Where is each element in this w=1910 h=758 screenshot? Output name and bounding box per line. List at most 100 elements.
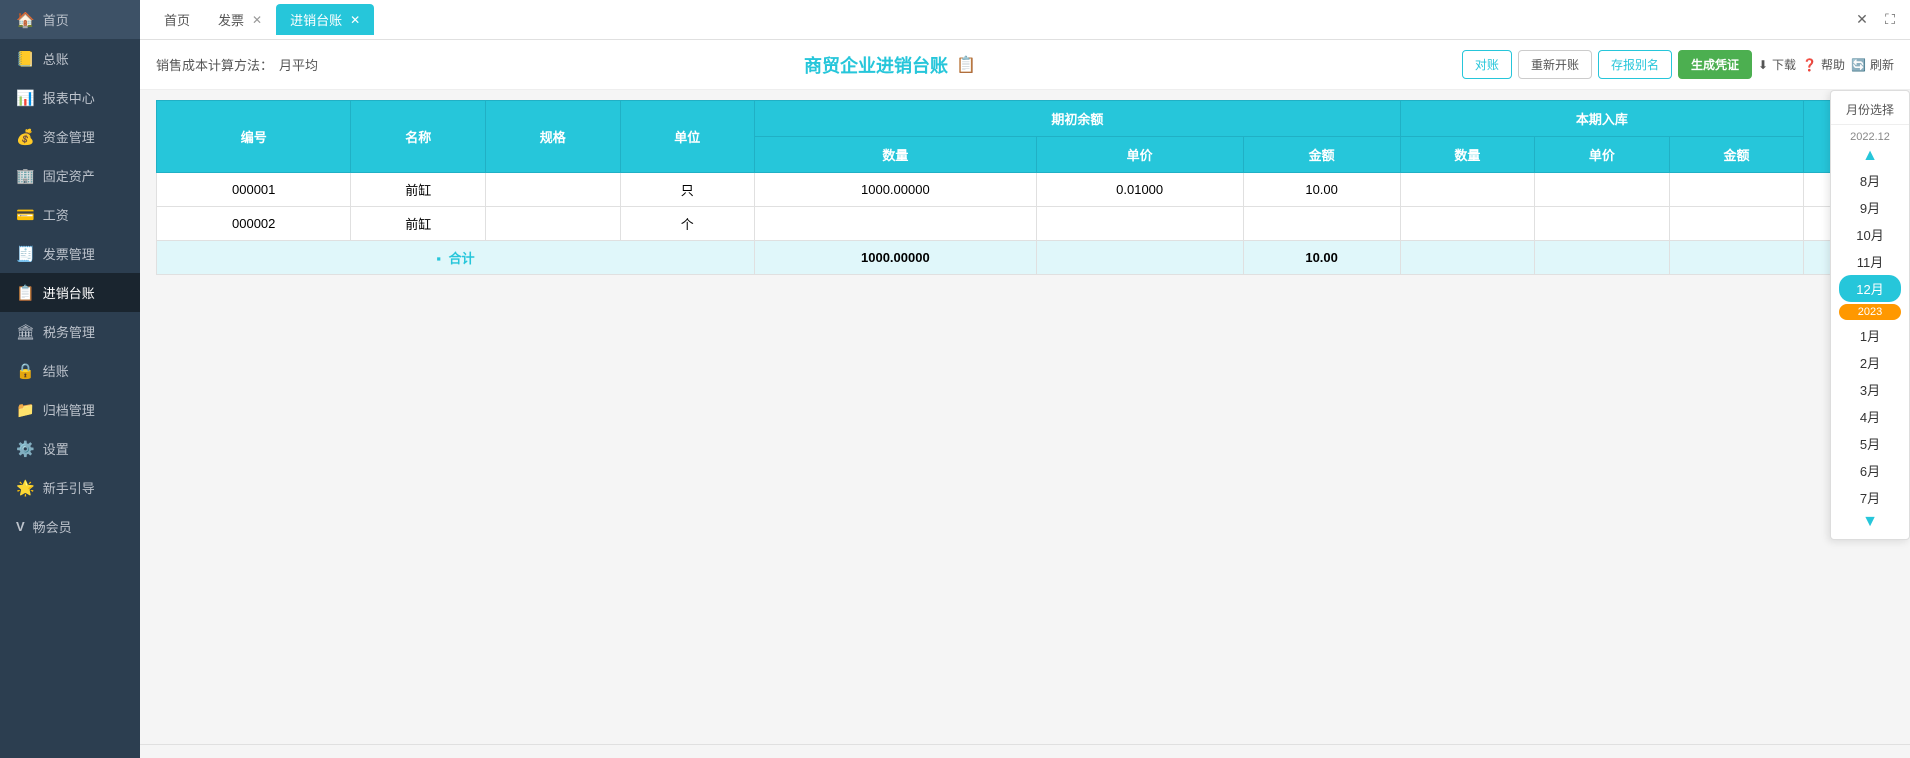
cell-inbound-amount bbox=[1669, 207, 1804, 241]
month-item-4[interactable]: 4月 bbox=[1831, 403, 1909, 430]
toolbar-right: 对账 重新开账 存报别名 生成凭证 ⬇ 下载 ❓ 帮助 🔄 刷新 bbox=[1462, 50, 1894, 79]
sidebar-item-settings[interactable]: ⚙️ 设置 bbox=[0, 429, 140, 468]
month-item-7[interactable]: 7月 bbox=[1831, 484, 1909, 511]
total-label: ▪ 合计 bbox=[157, 241, 755, 275]
cell-inbound-qty bbox=[1400, 207, 1535, 241]
download-button[interactable]: ⬇ 下载 bbox=[1758, 56, 1796, 73]
month-item-1[interactable]: 1月 bbox=[1831, 322, 1909, 349]
sidebar-item-purchase-sales[interactable]: 📋 进销台账 bbox=[0, 273, 140, 312]
refresh-button[interactable]: 🔄 刷新 bbox=[1851, 56, 1894, 73]
sidebar-item-report-center[interactable]: 📊 报表中心 bbox=[0, 78, 140, 117]
col-header-code: 编号 bbox=[157, 101, 351, 173]
purchase-sales-icon: 📋 bbox=[16, 284, 35, 302]
tab-home[interactable]: 首页 bbox=[150, 4, 204, 35]
save-as-button[interactable]: 存报别名 bbox=[1598, 50, 1672, 79]
sidebar-item-closing[interactable]: 🔒 结账 bbox=[0, 351, 140, 390]
scroll-down-button[interactable]: ▼ bbox=[1831, 511, 1909, 533]
col-header-inbound-amount: 金额 bbox=[1669, 137, 1804, 173]
col-header-name: 名称 bbox=[351, 101, 486, 173]
table-header-row1: 编号 名称 规格 单位 期初余额 本期入库 数 bbox=[157, 101, 1894, 137]
month-item-2[interactable]: 2月 bbox=[1831, 349, 1909, 376]
month-item-8[interactable]: 8月 bbox=[1831, 167, 1909, 194]
archive-icon: 📁 bbox=[16, 401, 35, 419]
sidebar-item-archive[interactable]: 📁 归档管理 bbox=[0, 390, 140, 429]
generate-voucher-button[interactable]: 生成凭证 bbox=[1678, 50, 1752, 79]
cell-spec bbox=[485, 207, 620, 241]
sidebar-item-label: 固定资产 bbox=[43, 166, 95, 185]
maximize-window-button[interactable]: ⛶ bbox=[1880, 10, 1900, 30]
cell-inbound-price bbox=[1535, 207, 1670, 241]
sidebar-item-label: 工资 bbox=[43, 205, 69, 224]
tab-invoice[interactable]: 发票 ✕ bbox=[204, 4, 276, 35]
scroll-up-button[interactable]: ▲ bbox=[1831, 145, 1909, 167]
help-icon: ❓ bbox=[1802, 58, 1817, 72]
col-header-opening-amount: 金额 bbox=[1243, 137, 1400, 173]
table-row[interactable]: 000001 前缸 只 1000.00000 0.01000 10.00 bbox=[157, 173, 1894, 207]
cell-spec bbox=[485, 173, 620, 207]
tutorial-icon: 🌟 bbox=[16, 479, 35, 497]
cell-opening-qty bbox=[755, 207, 1037, 241]
help-button[interactable]: ❓ 帮助 bbox=[1802, 56, 1845, 73]
table-row[interactable]: 000002 前缸 个 bbox=[157, 207, 1894, 241]
year-2023-badge: 2023 bbox=[1839, 304, 1901, 320]
ledger-icon: 📒 bbox=[16, 50, 35, 68]
col-header-opening-price: 单价 bbox=[1036, 137, 1243, 173]
close-window-button[interactable]: ✕ bbox=[1852, 10, 1872, 30]
sidebar: 🏠 首页 📒 总账 📊 报表中心 💰 资金管理 🏢 固定资产 💳 工资 🧾 发票… bbox=[0, 0, 140, 758]
refresh-icon: 🔄 bbox=[1851, 58, 1866, 72]
sidebar-item-home[interactable]: 🏠 首页 bbox=[0, 0, 140, 39]
cell-opening-amount bbox=[1243, 207, 1400, 241]
cell-opening-amount: 10.00 bbox=[1243, 173, 1400, 207]
total-opening-price bbox=[1036, 241, 1243, 275]
sidebar-item-fund-management[interactable]: 💰 资金管理 bbox=[0, 117, 140, 156]
col-header-opening-qty: 数量 bbox=[755, 137, 1037, 173]
total-opening-amount: 10.00 bbox=[1243, 241, 1400, 275]
sidebar-item-invoice-management[interactable]: 🧾 发票管理 bbox=[0, 234, 140, 273]
tax-icon: 🏛 bbox=[16, 323, 35, 341]
closing-icon: 🔒 bbox=[16, 362, 35, 380]
sidebar-item-vip[interactable]: V 畅会员 bbox=[0, 507, 140, 546]
col-header-inbound: 本期入库 bbox=[1400, 101, 1804, 137]
col-header-unit: 单位 bbox=[620, 101, 755, 173]
sidebar-item-label: 总账 bbox=[43, 49, 69, 68]
cell-name: 前缸 bbox=[351, 207, 486, 241]
sidebar-item-general-ledger[interactable]: 📒 总账 bbox=[0, 39, 140, 78]
scroll-bar-area[interactable] bbox=[140, 744, 1910, 758]
main-table: 编号 名称 规格 单位 期初余额 本期入库 数 数量 单价 金额 数量 单价 bbox=[156, 100, 1894, 275]
sidebar-item-tutorial[interactable]: 🌟 新手引导 bbox=[0, 468, 140, 507]
sidebar-item-label: 进销台账 bbox=[43, 283, 95, 302]
sidebar-item-tax-management[interactable]: 🏛 税务管理 bbox=[0, 312, 140, 351]
total-opening-qty: 1000.00000 bbox=[755, 241, 1037, 275]
cell-opening-price: 0.01000 bbox=[1036, 173, 1243, 207]
main-area: 首页 发票 ✕ 进销台账 ✕ ✕ ⛶ 销售成本计算方法： 月平均 商贸企业进销台… bbox=[140, 0, 1910, 758]
sidebar-item-payroll[interactable]: 💳 工资 bbox=[0, 195, 140, 234]
cell-inbound-price bbox=[1535, 173, 1670, 207]
invoice-icon: 🧾 bbox=[16, 245, 35, 263]
col-header-spec: 规格 bbox=[485, 101, 620, 173]
tab-purchase-sales[interactable]: 进销台账 ✕ bbox=[276, 4, 374, 35]
close-purchase-sales-tab[interactable]: ✕ bbox=[350, 13, 360, 27]
sidebar-item-fixed-assets[interactable]: 🏢 固定资产 bbox=[0, 156, 140, 195]
month-item-3[interactable]: 3月 bbox=[1831, 376, 1909, 403]
month-item-10[interactable]: 10月 bbox=[1831, 221, 1909, 248]
cell-opening-qty: 1000.00000 bbox=[755, 173, 1037, 207]
month-item-9[interactable]: 9月 bbox=[1831, 194, 1909, 221]
close-invoice-tab[interactable]: ✕ bbox=[252, 13, 262, 27]
cost-method-text: 销售成本计算方法： bbox=[156, 55, 273, 74]
month-item-11[interactable]: 11月 bbox=[1831, 248, 1909, 275]
col-header-inbound-price: 单价 bbox=[1535, 137, 1670, 173]
cell-code: 000002 bbox=[157, 207, 351, 241]
month-item-12-active[interactable]: 12月 bbox=[1839, 275, 1901, 302]
tab-bar: 首页 发票 ✕ 进销台账 ✕ ✕ ⛶ bbox=[140, 0, 1910, 40]
total-inbound-amount bbox=[1669, 241, 1804, 275]
month-item-5[interactable]: 5月 bbox=[1831, 430, 1909, 457]
reconcile-button[interactable]: 对账 bbox=[1462, 50, 1512, 79]
month-selector-panel: 月份选择 2022.12 ▲ 8月 9月 10月 11月 12月 2023 1月… bbox=[1830, 90, 1910, 540]
fund-icon: 💰 bbox=[16, 128, 35, 146]
month-item-6[interactable]: 6月 bbox=[1831, 457, 1909, 484]
reopen-button[interactable]: 重新开账 bbox=[1518, 50, 1592, 79]
tab-invoice-label: 发票 bbox=[218, 10, 244, 29]
cell-inbound-amount bbox=[1669, 173, 1804, 207]
download-icon: ⬇ bbox=[1758, 58, 1768, 72]
cost-method-label: 销售成本计算方法： 月平均 bbox=[156, 55, 318, 74]
